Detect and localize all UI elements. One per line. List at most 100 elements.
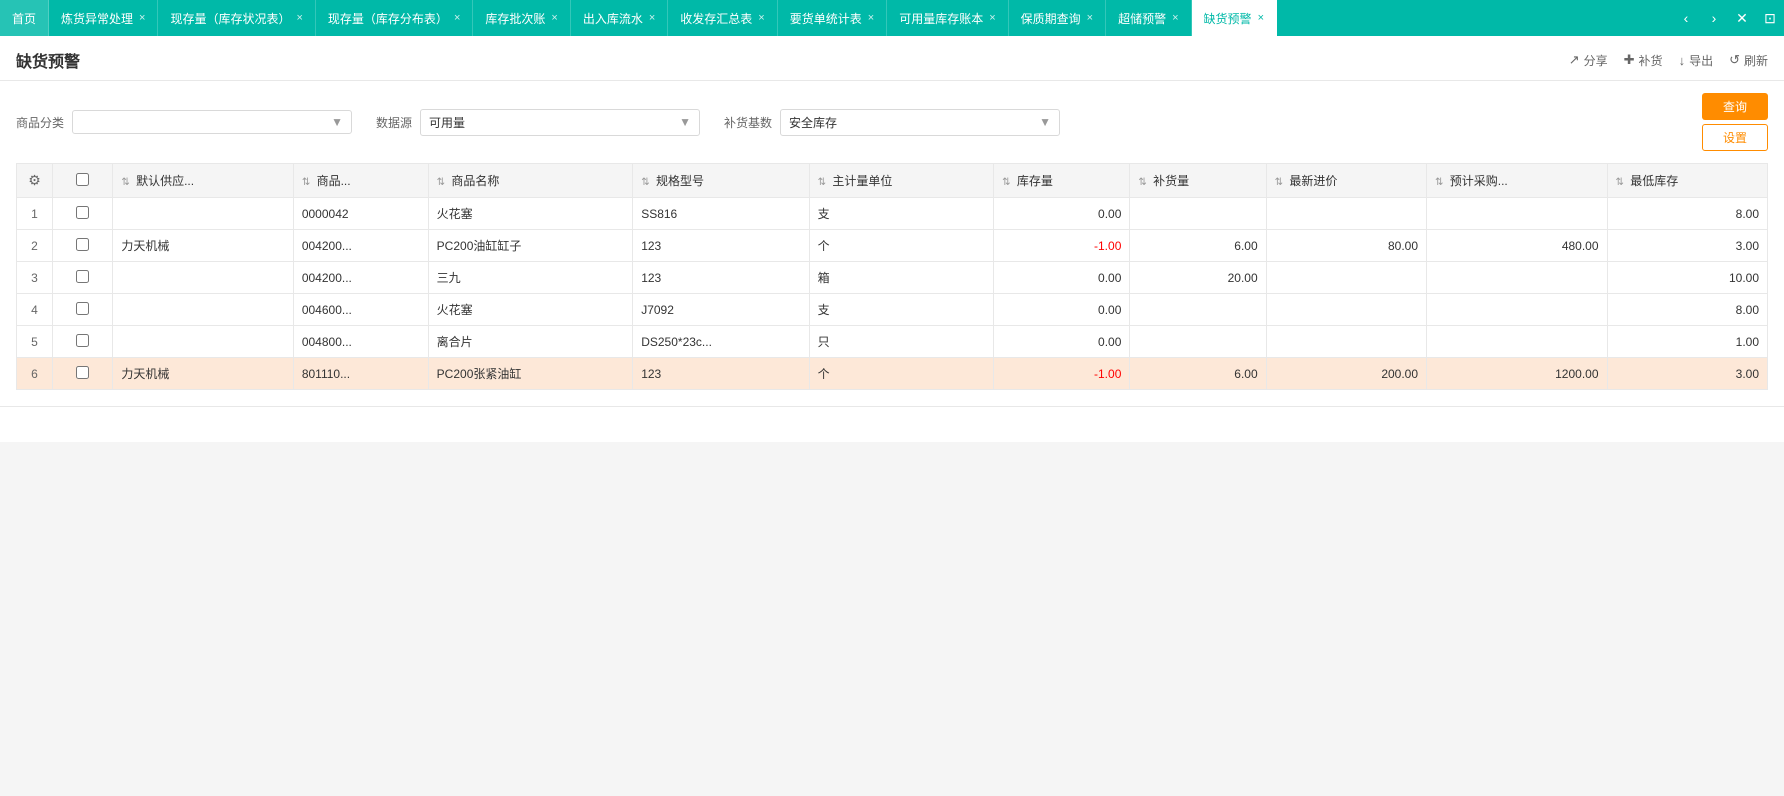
column-spec[interactable]: ⇅ 规格型号 xyxy=(633,164,809,198)
tab-batch-account[interactable]: 库存批次账 × xyxy=(473,0,570,36)
row-checkbox[interactable] xyxy=(76,206,89,219)
spec-sort-icon: ⇅ xyxy=(641,177,649,188)
tab-available-ledger[interactable]: 可用量库存账本 × xyxy=(887,0,1008,36)
replenish-qty-sort-icon: ⇅ xyxy=(1138,177,1146,188)
replenish-icon: ✚ xyxy=(1624,52,1635,68)
row-checkbox[interactable] xyxy=(76,366,89,379)
export-button[interactable]: ↓ 导出 xyxy=(1679,52,1714,69)
row-est-purchase: 480.00 xyxy=(1427,230,1608,262)
row-goods-name: 离合片 xyxy=(428,326,633,358)
row-min-stock: 1.00 xyxy=(1607,326,1767,358)
row-replenish-qty: 20.00 xyxy=(1130,262,1266,294)
row-spec: 123 xyxy=(633,230,809,262)
row-goods-code: 004800... xyxy=(293,326,428,358)
row-checkbox[interactable] xyxy=(76,302,89,315)
tab-next-button[interactable]: › xyxy=(1700,0,1728,36)
row-latest-price xyxy=(1266,198,1426,230)
tab-expiry[interactable]: 保质期查询 × xyxy=(1009,0,1106,36)
row-min-stock: 8.00 xyxy=(1607,294,1767,326)
column-goods-name[interactable]: ⇅ 商品名称 xyxy=(428,164,633,198)
row-number: 4 xyxy=(17,294,53,326)
row-unit: 支 xyxy=(809,198,994,230)
row-goods-name: PC200张紧油缸 xyxy=(428,358,633,390)
column-checkbox xyxy=(53,164,113,198)
table-row: 2 力天机械 004200... PC200油缸缸子 123 个 -1.00 6… xyxy=(17,230,1768,262)
column-latest-price[interactable]: ⇅ 最新进价 xyxy=(1266,164,1426,198)
row-min-stock: 8.00 xyxy=(1607,198,1767,230)
share-button[interactable]: ↗ 分享 xyxy=(1569,52,1608,69)
row-checkbox[interactable] xyxy=(76,270,89,283)
column-min-stock[interactable]: ⇅ 最低库存 xyxy=(1607,164,1767,198)
tab-home[interactable]: 首页 xyxy=(0,0,49,36)
row-number: 3 xyxy=(17,262,53,294)
row-checkbox-cell xyxy=(53,230,113,262)
column-unit[interactable]: ⇅ 主计量单位 xyxy=(809,164,994,198)
tab-close-overstock[interactable]: × xyxy=(1172,12,1178,24)
column-stock[interactable]: ⇅ 库存量 xyxy=(994,164,1130,198)
tab-receive-total[interactable]: 收发存汇总表 × xyxy=(668,0,777,36)
category-label: 商品分类 xyxy=(16,114,64,131)
tab-abnormal[interactable]: 炼货异常处理 × xyxy=(49,0,158,36)
row-unit: 支 xyxy=(809,294,994,326)
data-table: ⚙ ⇅ 默认供应... ⇅ 商品... ⇅ 商品名称 xyxy=(16,163,1768,390)
tab-close-in-out-flow[interactable]: × xyxy=(649,12,655,24)
latest-price-sort-icon: ⇅ xyxy=(1275,177,1283,188)
row-est-purchase xyxy=(1427,198,1608,230)
tab-stock-dist[interactable]: 现存量（库存分布表） × xyxy=(316,0,473,36)
tab-close-shortage[interactable]: × xyxy=(1258,12,1264,24)
select-all-checkbox[interactable] xyxy=(76,173,89,186)
row-goods-name: 三九 xyxy=(428,262,633,294)
datasource-value: 可用量 xyxy=(429,114,465,131)
datasource-dropdown-arrow: ▼ xyxy=(679,115,691,129)
row-latest-price xyxy=(1266,294,1426,326)
unit-sort-icon: ⇅ xyxy=(818,177,826,188)
tab-close-all-button[interactable]: ✕ xyxy=(1728,0,1756,36)
tab-shortage[interactable]: 缺货预警 × xyxy=(1192,0,1277,36)
column-est-purchase[interactable]: ⇅ 预计采购... xyxy=(1427,164,1608,198)
replenish-base-select[interactable]: 安全库存 ▼ xyxy=(780,109,1060,136)
datasource-select[interactable]: 可用量 ▼ xyxy=(420,109,700,136)
tab-order-stats[interactable]: 要货单统计表 × xyxy=(778,0,887,36)
tab-close-order-stats[interactable]: × xyxy=(868,12,874,24)
min-stock-sort-icon: ⇅ xyxy=(1616,177,1624,188)
query-button[interactable]: 查询 xyxy=(1702,93,1768,120)
tab-nav-buttons: ‹ › ✕ ⊡ xyxy=(1672,0,1784,36)
tab-close-receive-total[interactable]: × xyxy=(758,12,764,24)
tab-close-stock-dist[interactable]: × xyxy=(454,12,460,24)
tab-close-abnormal[interactable]: × xyxy=(139,12,145,24)
column-settings[interactable]: ⚙ xyxy=(17,164,53,198)
refresh-button[interactable]: ↺ 刷新 xyxy=(1729,52,1768,69)
row-goods-code: 0000042 xyxy=(293,198,428,230)
category-select[interactable]: ▼ xyxy=(72,110,352,134)
row-goods-name: 火花塞 xyxy=(428,198,633,230)
page-title: 缺货预警 xyxy=(16,48,80,72)
tab-expand-button[interactable]: ⊡ xyxy=(1756,0,1784,36)
row-spec: 123 xyxy=(633,262,809,294)
row-number: 1 xyxy=(17,198,53,230)
row-min-stock: 3.00 xyxy=(1607,358,1767,390)
row-min-stock: 10.00 xyxy=(1607,262,1767,294)
header-actions: ↗ 分享 ✚ 补货 ↓ 导出 ↺ 刷新 xyxy=(1569,52,1768,69)
tab-overstock[interactable]: 超储预警 × xyxy=(1106,0,1191,36)
row-checkbox-cell xyxy=(53,198,113,230)
tab-close-expiry[interactable]: × xyxy=(1087,12,1093,24)
tab-in-out-flow[interactable]: 出入库流水 × xyxy=(571,0,668,36)
replenish-button[interactable]: ✚ 补货 xyxy=(1624,52,1663,69)
settings-button[interactable]: 设置 xyxy=(1702,124,1768,151)
column-replenish-qty[interactable]: ⇅ 补货量 xyxy=(1130,164,1266,198)
row-min-stock: 3.00 xyxy=(1607,230,1767,262)
tab-close-available-ledger[interactable]: × xyxy=(989,12,995,24)
tab-bar: 首页 炼货异常处理 × 现存量（库存状况表） × 现存量（库存分布表） × 库存… xyxy=(0,0,1784,36)
share-icon: ↗ xyxy=(1569,52,1580,68)
column-supplier[interactable]: ⇅ 默认供应... xyxy=(113,164,294,198)
tab-stock-status[interactable]: 现存量（库存状况表） × xyxy=(158,0,315,36)
row-checkbox[interactable] xyxy=(76,238,89,251)
gear-icon: ⚙ xyxy=(28,172,41,188)
category-dropdown-arrow: ▼ xyxy=(331,115,343,129)
row-checkbox[interactable] xyxy=(76,334,89,347)
column-goods-code[interactable]: ⇅ 商品... xyxy=(293,164,428,198)
tab-close-stock-status[interactable]: × xyxy=(296,12,302,24)
row-stock: -1.00 xyxy=(994,358,1130,390)
tab-prev-button[interactable]: ‹ xyxy=(1672,0,1700,36)
tab-close-batch-account[interactable]: × xyxy=(551,12,557,24)
